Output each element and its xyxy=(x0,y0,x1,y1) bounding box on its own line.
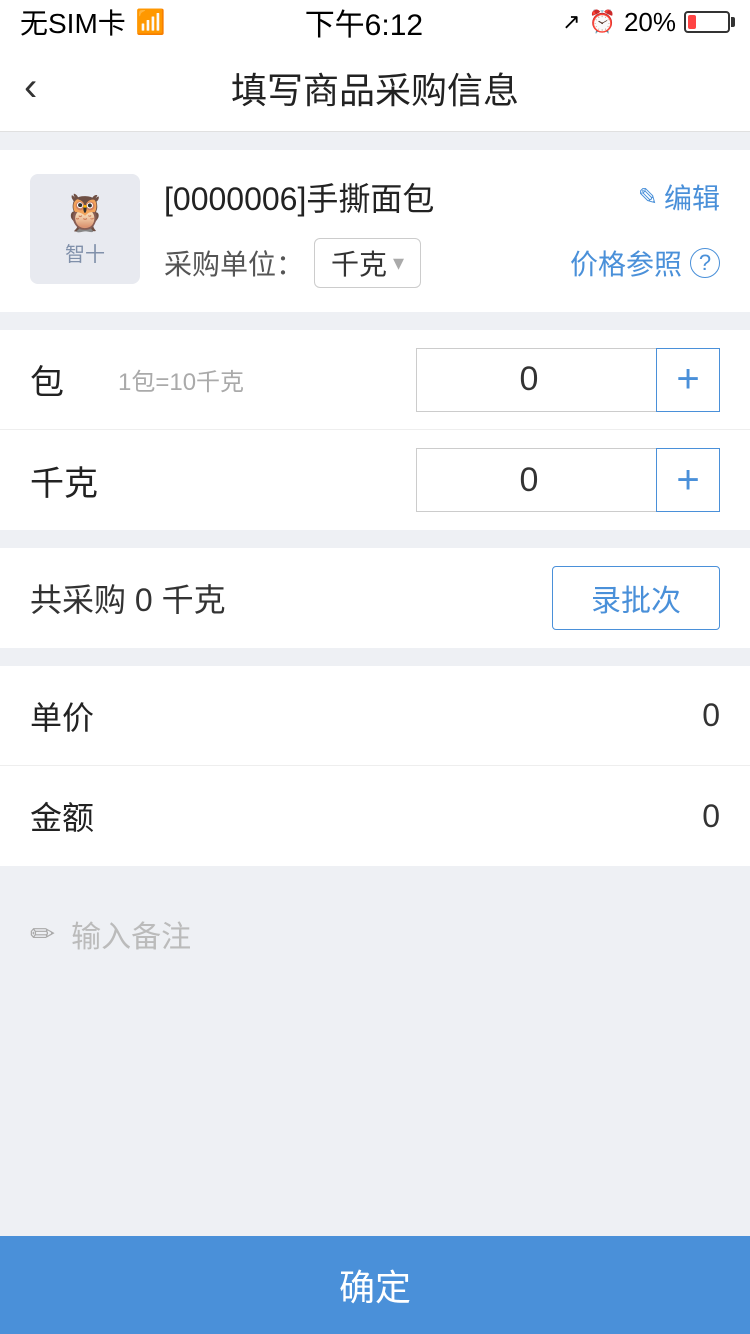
unit-price-row: 单价 0 xyxy=(0,666,750,766)
unit-select[interactable]: 千克 ▾ xyxy=(314,238,421,288)
battery-percent: 20% xyxy=(624,7,676,38)
total-label: 共采购 xyxy=(30,582,126,618)
top-divider xyxy=(0,132,750,150)
qty-row-kg: 千克 + xyxy=(0,430,750,530)
product-name: [0000006]手撕面包 xyxy=(164,174,434,220)
qty-section: 包 1包=10千克 + 千克 + xyxy=(0,330,750,530)
chevron-down-icon: ▾ xyxy=(393,250,404,276)
confirm-button[interactable]: 确定 xyxy=(0,1236,750,1334)
total-divider xyxy=(0,648,750,666)
middle-divider xyxy=(0,312,750,330)
price-section: 单价 0 金额 0 xyxy=(0,666,750,866)
amount-label: 金额 xyxy=(30,793,94,839)
price-ref-button[interactable]: 价格参照 ? xyxy=(570,243,720,283)
qty-input-bao[interactable] xyxy=(416,348,656,412)
unit-price-value: 0 xyxy=(702,697,720,734)
edit-icon: ✎ xyxy=(638,183,658,212)
location-icon: ↗ xyxy=(562,9,580,35)
alarm-icon: ⏰ xyxy=(589,9,616,35)
nav-bar: ‹ 填写商品采购信息 xyxy=(0,44,750,132)
back-button[interactable]: ‹ xyxy=(24,65,37,110)
pencil-icon: ✏ xyxy=(30,917,55,952)
wifi-icon: 📶 xyxy=(136,8,166,37)
qty-plus-bao[interactable]: + xyxy=(656,348,720,412)
qty-label-kg: 千克 xyxy=(30,456,110,505)
qty-input-kg[interactable] xyxy=(416,448,656,512)
unit-label: 采购单位： xyxy=(164,243,304,283)
total-unit: 千克 xyxy=(162,582,226,618)
qty-input-wrap-kg: + xyxy=(416,448,720,512)
qty-plus-kg[interactable]: + xyxy=(656,448,720,512)
qty-row-bao: 包 1包=10千克 + xyxy=(0,330,750,430)
total-value: 0 xyxy=(135,582,153,618)
thumb-label: 智十 xyxy=(65,238,105,267)
product-info: [0000006]手撕面包 ✎ 编辑 采购单位： 千克 ▾ 价格参照 ? xyxy=(164,174,720,288)
price-ref-label: 价格参照 xyxy=(570,243,682,283)
status-left: 无SIM卡 📶 xyxy=(20,2,166,42)
product-unit-row: 采购单位： 千克 ▾ 价格参照 ? xyxy=(164,238,720,288)
edit-label: 编辑 xyxy=(664,177,720,217)
edit-button[interactable]: ✎ 编辑 xyxy=(638,177,720,217)
product-card: 🦉 智十 [0000006]手撕面包 ✎ 编辑 采购单位： 千克 ▾ 价格参照 … xyxy=(0,150,750,312)
qty-input-wrap-bao: + xyxy=(416,348,720,412)
remark-section[interactable]: ✏ 输入备注 xyxy=(0,884,750,984)
unit-price-label: 单价 xyxy=(30,693,94,739)
qty-divider xyxy=(0,530,750,548)
status-bar: 无SIM卡 📶 下午6:12 ↗ ⏰ 20% xyxy=(0,0,750,44)
confirm-button-label: 确定 xyxy=(339,1259,411,1311)
amount-value: 0 xyxy=(702,798,720,835)
battery-icon xyxy=(684,11,730,33)
total-text: 共采购 0 千克 xyxy=(30,575,226,621)
unit-value: 千克 xyxy=(331,243,387,283)
status-right: ↗ ⏰ 20% xyxy=(562,7,730,38)
product-name-row: [0000006]手撕面包 ✎ 编辑 xyxy=(164,174,720,220)
status-time: 下午6:12 xyxy=(305,0,423,44)
price-divider xyxy=(0,866,750,884)
help-icon: ? xyxy=(690,248,720,278)
remark-placeholder: 输入备注 xyxy=(71,912,191,956)
batch-button[interactable]: 录批次 xyxy=(552,566,720,630)
carrier-text: 无SIM卡 xyxy=(20,2,126,42)
product-thumbnail: 🦉 智十 xyxy=(30,174,140,284)
qty-label-bao: 包 xyxy=(30,355,110,404)
owl-icon: 🦉 xyxy=(63,192,108,234)
total-row: 共采购 0 千克 录批次 xyxy=(0,548,750,648)
qty-sublabel-bao: 1包=10千克 xyxy=(118,362,416,397)
amount-row: 金额 0 xyxy=(0,766,750,866)
page-title: 填写商品采购信息 xyxy=(231,62,519,114)
